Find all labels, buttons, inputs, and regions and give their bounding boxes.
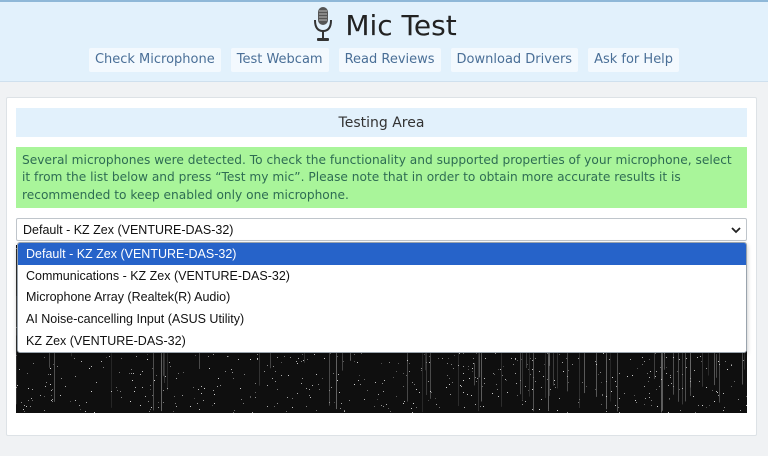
- nav-check-microphone[interactable]: Check Microphone: [88, 48, 221, 72]
- header-top-border: [0, 0, 768, 2]
- brand[interactable]: Mic Test: [0, 6, 768, 44]
- option-asus-noise-cancelling[interactable]: AI Noise-cancelling Input (ASUS Utility): [18, 308, 746, 330]
- chevron-down-icon: [731, 227, 741, 234]
- option-communications-kz-zex[interactable]: Communications - KZ Zex (VENTURE-DAS-32): [18, 265, 746, 287]
- notice-text: Several microphones were detected. To ch…: [22, 153, 732, 202]
- nav-download-drivers[interactable]: Download Drivers: [450, 48, 579, 72]
- testing-area-title: Testing Area: [338, 114, 425, 131]
- main-nav: Check Microphone Test Webcam Read Review…: [0, 48, 768, 72]
- microphone-select[interactable]: Default - KZ Zex (VENTURE-DAS-32): [16, 218, 747, 241]
- nav-test-webcam[interactable]: Test Webcam: [230, 48, 329, 72]
- option-realtek-mic-array[interactable]: Microphone Array (Realtek(R) Audio): [18, 287, 746, 309]
- testing-area-header: Testing Area: [16, 108, 747, 137]
- nav-ask-for-help[interactable]: Ask for Help: [588, 48, 680, 72]
- microphone-options-list: Default - KZ Zex (VENTURE-DAS-32) Commun…: [17, 242, 747, 353]
- microphone-icon: [314, 7, 333, 41]
- microphone-select-value: Default - KZ Zex (VENTURE-DAS-32): [23, 222, 234, 237]
- option-kz-zex[interactable]: KZ Zex (VENTURE-DAS-32): [18, 330, 746, 352]
- option-default-kz-zex[interactable]: Default - KZ Zex (VENTURE-DAS-32): [18, 243, 746, 265]
- site-header: Mic Test Check Microphone Test Webcam Re…: [0, 0, 768, 82]
- multiple-mics-notice: Several microphones were detected. To ch…: [16, 147, 747, 208]
- site-title: Mic Test: [345, 8, 457, 42]
- nav-read-reviews[interactable]: Read Reviews: [338, 48, 441, 72]
